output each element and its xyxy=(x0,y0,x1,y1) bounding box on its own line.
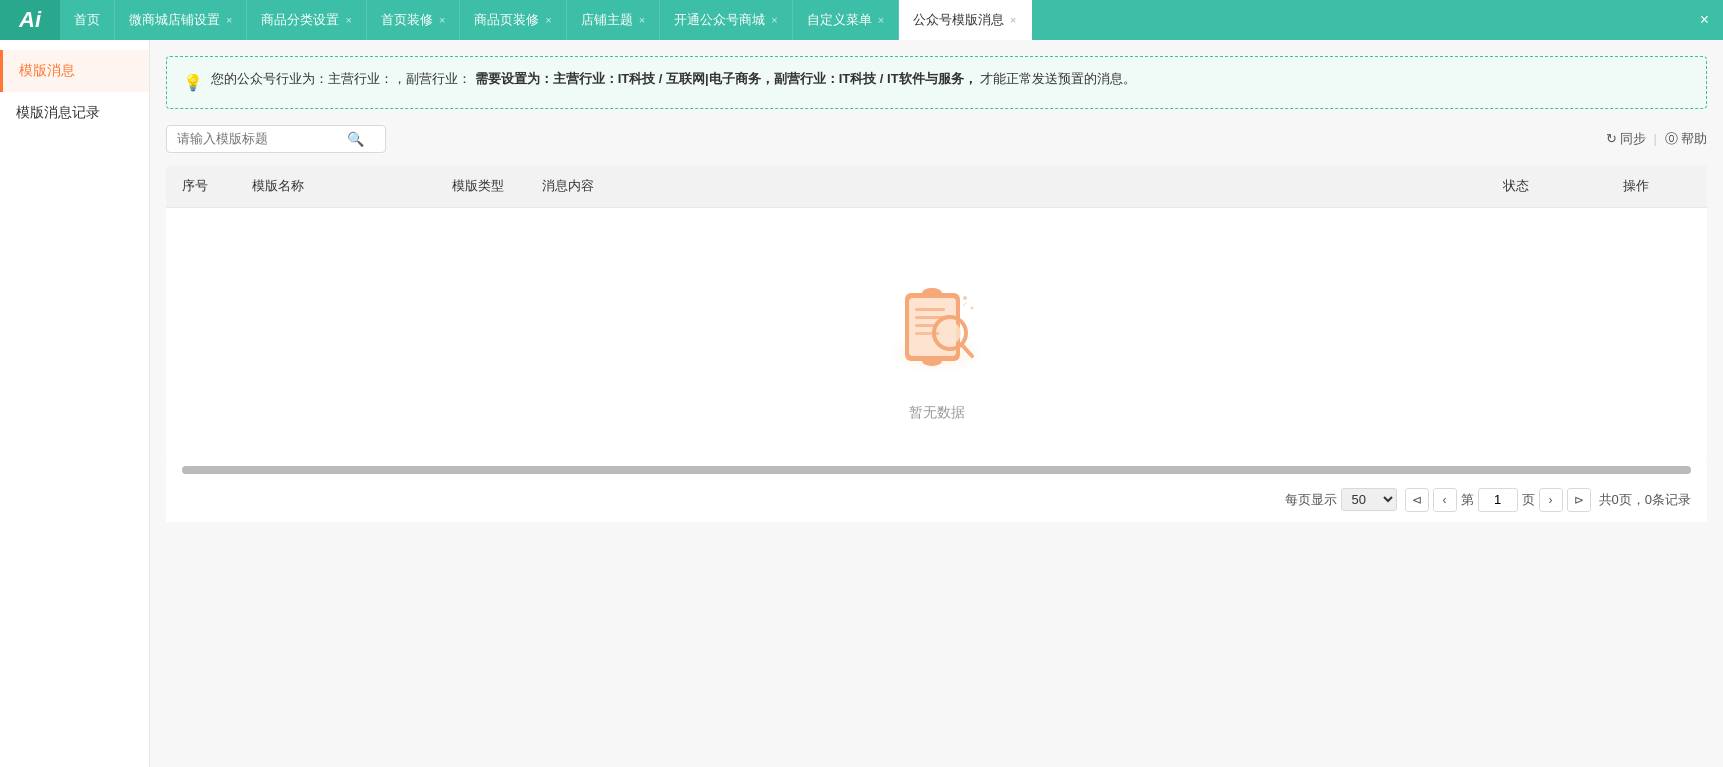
nav-close-icon[interactable]: × xyxy=(878,14,884,26)
scrollbar-track[interactable] xyxy=(182,466,1691,474)
total-info: 共0页，0条记录 xyxy=(1599,491,1691,509)
nav-item[interactable]: 商品分类设置× xyxy=(247,0,366,40)
nav-item[interactable]: 首页装修× xyxy=(367,0,460,40)
last-page-button[interactable]: ⊳ xyxy=(1567,488,1591,512)
empty-state-row: 暂无数据 xyxy=(166,207,1707,462)
info-banner-highlight: 需要设置为：主营行业：IT科技 / 互联网|电子商务，副营行业：IT科技 / I… xyxy=(475,71,977,86)
next-page-button[interactable]: › xyxy=(1539,488,1563,512)
svg-line-14 xyxy=(963,302,967,306)
col-index: 序号 xyxy=(166,165,236,208)
col-type: 模版类型 xyxy=(436,165,526,208)
nav-item[interactable]: 首页 xyxy=(60,0,115,40)
help-icon: ⓪ xyxy=(1665,130,1678,148)
info-banner-text: 您的公众号行业为：主营行业：，副营行业： 需要设置为：主营行业：IT科技 / 互… xyxy=(211,69,1136,90)
top-navigation: Ai 首页微商城店铺设置×商品分类设置×首页装修×商品页装修×店铺主题×开通公众… xyxy=(0,0,1723,40)
nav-item[interactable]: 微商城店铺设置× xyxy=(115,0,247,40)
info-banner: 💡 您的公众号行业为：主营行业：，副营行业： 需要设置为：主营行业：IT科技 /… xyxy=(166,56,1707,109)
nav-close-icon[interactable]: × xyxy=(345,14,351,26)
svg-point-7 xyxy=(922,288,942,298)
top-right-actions: ↻ 同步 | ⓪ 帮助 xyxy=(1606,130,1707,148)
horizontal-scrollbar[interactable] xyxy=(166,462,1707,478)
page-label-pre: 第 xyxy=(1461,491,1474,509)
page-label-post: 页 xyxy=(1522,491,1535,509)
sidebar-item[interactable]: 模版消息 xyxy=(0,50,149,92)
sync-icon: ↻ xyxy=(1606,131,1617,146)
global-close-button[interactable]: × xyxy=(1686,11,1723,29)
svg-point-10 xyxy=(939,322,961,344)
nav-item[interactable]: 公众号模版消息× xyxy=(899,0,1031,40)
nav-close-icon[interactable]: × xyxy=(545,14,551,26)
nav-close-icon[interactable]: × xyxy=(639,14,645,26)
nav-item[interactable]: 自定义菜单× xyxy=(793,0,899,40)
table-header-row: 序号 模版名称 模版类型 消息内容 状态 操作 xyxy=(166,165,1707,208)
search-bar-area: 🔍 ↻ 同步 | ⓪ 帮助 xyxy=(166,125,1707,153)
empty-text: 暂无数据 xyxy=(909,404,965,422)
page-size-label: 每页显示 xyxy=(1285,491,1337,509)
empty-illustration xyxy=(877,268,997,388)
app-logo: Ai xyxy=(0,0,60,40)
page-size-selector: 每页显示 102050100 xyxy=(1285,488,1397,511)
svg-point-12 xyxy=(963,296,967,300)
bulb-icon: 💡 xyxy=(183,70,203,96)
svg-rect-3 xyxy=(915,308,945,311)
nav-item[interactable]: 商品页装修× xyxy=(460,0,566,40)
nav-close-icon[interactable]: × xyxy=(1010,14,1016,26)
col-name: 模版名称 xyxy=(236,165,436,208)
scrollbar-thumb[interactable] xyxy=(182,466,1691,474)
nav-item[interactable]: 开通公众号商城× xyxy=(660,0,792,40)
pagination-bar: 每页显示 102050100 ⊲ ‹ 第 页 › ⊳ 共0页，0条记录 xyxy=(166,478,1707,522)
main-layout: 模版消息模版消息记录 💡 您的公众号行业为：主营行业：，副营行业： 需要设置为：… xyxy=(0,40,1723,767)
first-page-button[interactable]: ⊲ xyxy=(1405,488,1429,512)
nav-close-icon[interactable]: × xyxy=(439,14,445,26)
page-input[interactable] xyxy=(1478,488,1518,512)
search-icon[interactable]: 🔍 xyxy=(347,131,364,147)
data-table: 序号 模版名称 模版类型 消息内容 状态 操作 xyxy=(166,165,1707,462)
empty-state: 暂无数据 xyxy=(166,208,1707,462)
nav-close-icon[interactable]: × xyxy=(771,14,777,26)
col-status: 状态 xyxy=(1487,165,1607,208)
nav-item[interactable]: 店铺主题× xyxy=(567,0,660,40)
nav-close-icon[interactable]: × xyxy=(226,14,232,26)
search-wrapper: 🔍 xyxy=(166,125,386,153)
sync-button[interactable]: ↻ 同步 xyxy=(1606,130,1646,148)
col-actions: 操作 xyxy=(1607,165,1707,208)
sidebar-item[interactable]: 模版消息记录 xyxy=(0,92,149,134)
svg-point-13 xyxy=(970,306,973,309)
page-size-select[interactable]: 102050100 xyxy=(1341,488,1397,511)
help-button[interactable]: ⓪ 帮助 xyxy=(1665,130,1707,148)
sidebar: 模版消息模版消息记录 xyxy=(0,40,150,767)
svg-rect-6 xyxy=(915,332,941,335)
svg-point-8 xyxy=(922,356,942,366)
prev-page-button[interactable]: ‹ xyxy=(1433,488,1457,512)
content-area: 💡 您的公众号行业为：主营行业：，副营行业： 需要设置为：主营行业：IT科技 /… xyxy=(150,40,1723,767)
action-divider: | xyxy=(1654,131,1657,146)
col-content: 消息内容 xyxy=(526,165,1487,208)
page-navigation: ⊲ ‹ 第 页 › ⊳ xyxy=(1405,488,1591,512)
search-input[interactable] xyxy=(177,131,347,146)
